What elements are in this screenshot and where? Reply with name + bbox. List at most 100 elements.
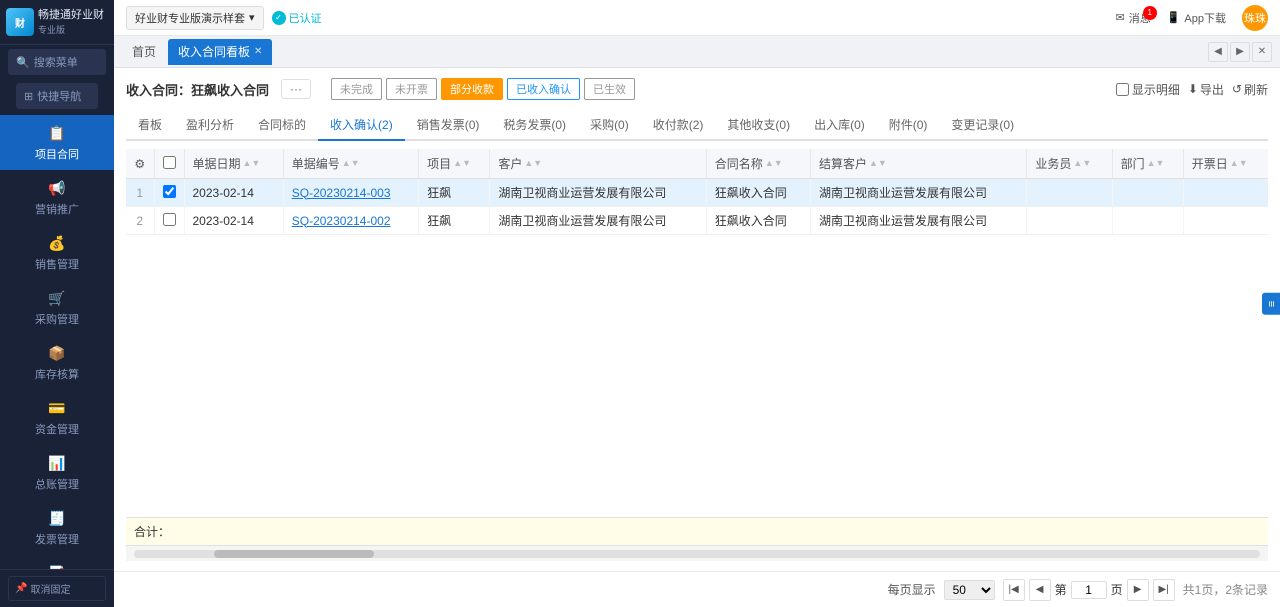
- cell-project: 狂飙: [419, 179, 490, 207]
- row-checkbox[interactable]: [163, 185, 176, 198]
- nav-next-button[interactable]: ▶: [1230, 42, 1250, 62]
- data-table-wrap: ⚙ 单据日期 ▲▼ 单据编号: [126, 149, 1268, 517]
- capital-icon: 💳: [47, 398, 67, 418]
- sort-icon: ▲▼: [1147, 159, 1165, 168]
- pin-icon: 📌: [15, 583, 27, 594]
- th-department: 部门 ▲▼: [1112, 149, 1183, 179]
- search-menu-button[interactable]: 🔍 搜索菜单: [8, 49, 106, 75]
- tab-label: 收入合同看板: [178, 43, 250, 60]
- page-last-button[interactable]: ▶|: [1153, 579, 1175, 601]
- tab-warehouse[interactable]: 出入库(0): [802, 110, 877, 141]
- sidebar-item-label: 总账管理: [35, 476, 79, 492]
- status-uninvoiced[interactable]: 未开票: [386, 78, 437, 100]
- tab-income-contract[interactable]: 收入合同看板 ✕: [168, 39, 272, 65]
- sidebar-item-project[interactable]: 📋 项目合同: [0, 115, 114, 170]
- nav-close-button[interactable]: ✕: [1252, 42, 1272, 62]
- tab-close-icon[interactable]: ✕: [254, 46, 262, 57]
- refresh-icon: ↺: [1232, 82, 1242, 96]
- avatar: 珠珠: [1242, 5, 1268, 31]
- sidebar-item-label: 资金管理: [35, 421, 79, 437]
- right-panel-toggle[interactable]: ≡: [1262, 292, 1280, 314]
- sidebar: 财 畅捷通好业财 专业版 🔍 搜索菜单 ⊞ 快捷导航 📋 项目合同 📢 营销推广…: [0, 0, 114, 607]
- check-icon: ✓: [272, 11, 286, 25]
- sidebar-item-label: 库存核算: [35, 366, 79, 382]
- scroll-track: [134, 550, 1260, 558]
- page-first-button[interactable]: |◀: [1003, 579, 1025, 601]
- cell-contract-name: 狂飙收入合同: [706, 207, 810, 235]
- unpin-button[interactable]: 📌 取消固定: [8, 576, 106, 601]
- sort-icon: ▲▼: [765, 159, 783, 168]
- more-button[interactable]: ···: [281, 79, 311, 99]
- sidebar-item-marketing[interactable]: 📢 营销推广: [0, 170, 114, 225]
- document-number-link[interactable]: SQ-20230214-002: [292, 214, 391, 228]
- cell-project: 狂飙: [419, 207, 490, 235]
- app-download-button[interactable]: 📱 App下载: [1167, 10, 1226, 26]
- tab-change-log[interactable]: 变更记录(0): [939, 110, 1026, 141]
- page-prev-button[interactable]: ◀: [1029, 579, 1051, 601]
- accounting-icon: 📊: [47, 453, 67, 473]
- refresh-button[interactable]: ↺ 刷新: [1232, 81, 1268, 98]
- sidebar-item-invoice[interactable]: 🧾 发票管理: [0, 500, 114, 555]
- tab-contract-standard[interactable]: 合同标的: [246, 110, 318, 141]
- scroll-thumb[interactable]: [214, 550, 374, 558]
- show-details-checkbox[interactable]: 显示明细: [1116, 81, 1180, 98]
- cell-date: 2023-02-14: [184, 207, 283, 235]
- tab-board[interactable]: 看板: [126, 110, 174, 141]
- sort-icon: ▲▼: [524, 159, 542, 168]
- logo-sub: 专业版: [38, 23, 104, 36]
- contract-title: 收入合同：狂飙收入合同: [126, 80, 269, 99]
- status-confirmed[interactable]: 已收入确认: [507, 78, 580, 100]
- sidebar-item-capital[interactable]: 💳 资金管理: [0, 390, 114, 445]
- nav-prev-button[interactable]: ◀: [1208, 42, 1228, 62]
- sort-icon: ▲▼: [1230, 159, 1248, 168]
- table-header-row: ⚙ 单据日期 ▲▼ 单据编号: [126, 149, 1268, 179]
- tab-payment[interactable]: 收付款(2): [641, 110, 716, 141]
- th-checkbox: [154, 149, 184, 179]
- sort-icon: ▲▼: [1073, 159, 1091, 168]
- company-select[interactable]: 好业财专业版演示样套 ▾: [126, 6, 264, 30]
- logo-text: 畅捷通好业财: [38, 8, 104, 22]
- page-word: 第: [1055, 581, 1067, 598]
- row-checkbox[interactable]: [163, 213, 176, 226]
- page-next-button[interactable]: ▶: [1127, 579, 1149, 601]
- inventory-icon: 📦: [47, 343, 67, 363]
- content-area: 收入合同：狂飙收入合同 ··· 未完成 未开票 部分收款 已收入确认 已生效 显…: [114, 68, 1280, 571]
- th-date: 单据日期 ▲▼: [184, 149, 283, 179]
- export-button[interactable]: ⬇ 导出: [1188, 81, 1224, 98]
- tab-income-confirm[interactable]: 收入确认(2): [318, 110, 405, 141]
- download-icon: 📱: [1167, 11, 1181, 24]
- tab-home[interactable]: 首页: [122, 39, 166, 65]
- message-button[interactable]: ✉ 1 消息: [1116, 10, 1151, 26]
- tab-profit[interactable]: 盈利分析: [174, 110, 246, 141]
- status-effective[interactable]: 已生效: [584, 78, 635, 100]
- sidebar-item-sales[interactable]: 💰 销售管理: [0, 225, 114, 280]
- cell-customer: 湖南卫视商业运营发展有限公司: [490, 179, 706, 207]
- status-partial[interactable]: 部分收款: [441, 78, 503, 100]
- quick-nav-button[interactable]: ⊞ 快捷导航: [16, 83, 98, 109]
- row-settings: 2: [126, 207, 154, 235]
- user-avatar[interactable]: 珠珠: [1242, 5, 1268, 31]
- tab-tax-invoice[interactable]: 税务发票(0): [491, 110, 578, 141]
- scroll-area: [126, 545, 1268, 561]
- tab-other-income[interactable]: 其他收支(0): [715, 110, 802, 141]
- cell-department: [1112, 207, 1183, 235]
- sidebar-item-inventory[interactable]: 📦 库存核算: [0, 335, 114, 390]
- row-checkbox-cell: [154, 207, 184, 235]
- sidebar-item-label: 发票管理: [35, 531, 79, 547]
- document-number-link[interactable]: SQ-20230214-003: [292, 186, 391, 200]
- select-all-checkbox[interactable]: [163, 156, 176, 169]
- th-open-date: 开票日 ▲▼: [1183, 149, 1268, 179]
- cell-number: SQ-20230214-003: [283, 179, 418, 207]
- sidebar-item-tax[interactable]: 📑 税务管理: [0, 555, 114, 569]
- sidebar-item-accounting[interactable]: 📊 总账管理: [0, 445, 114, 500]
- tab-purchase[interactable]: 采购(0): [578, 110, 641, 141]
- tab-sales-invoice[interactable]: 销售发票(0): [405, 110, 492, 141]
- cell-settle-customer: 湖南卫视商业运营发展有限公司: [810, 207, 1026, 235]
- show-details-input[interactable]: [1116, 83, 1129, 96]
- per-page-select[interactable]: 20 50 100: [944, 580, 995, 600]
- page-number-input[interactable]: [1071, 581, 1107, 599]
- settings-icon[interactable]: ⚙: [134, 157, 145, 171]
- status-incomplete[interactable]: 未完成: [331, 78, 382, 100]
- sidebar-item-purchase[interactable]: 🛒 采购管理: [0, 280, 114, 335]
- tab-attachments[interactable]: 附件(0): [877, 110, 940, 141]
